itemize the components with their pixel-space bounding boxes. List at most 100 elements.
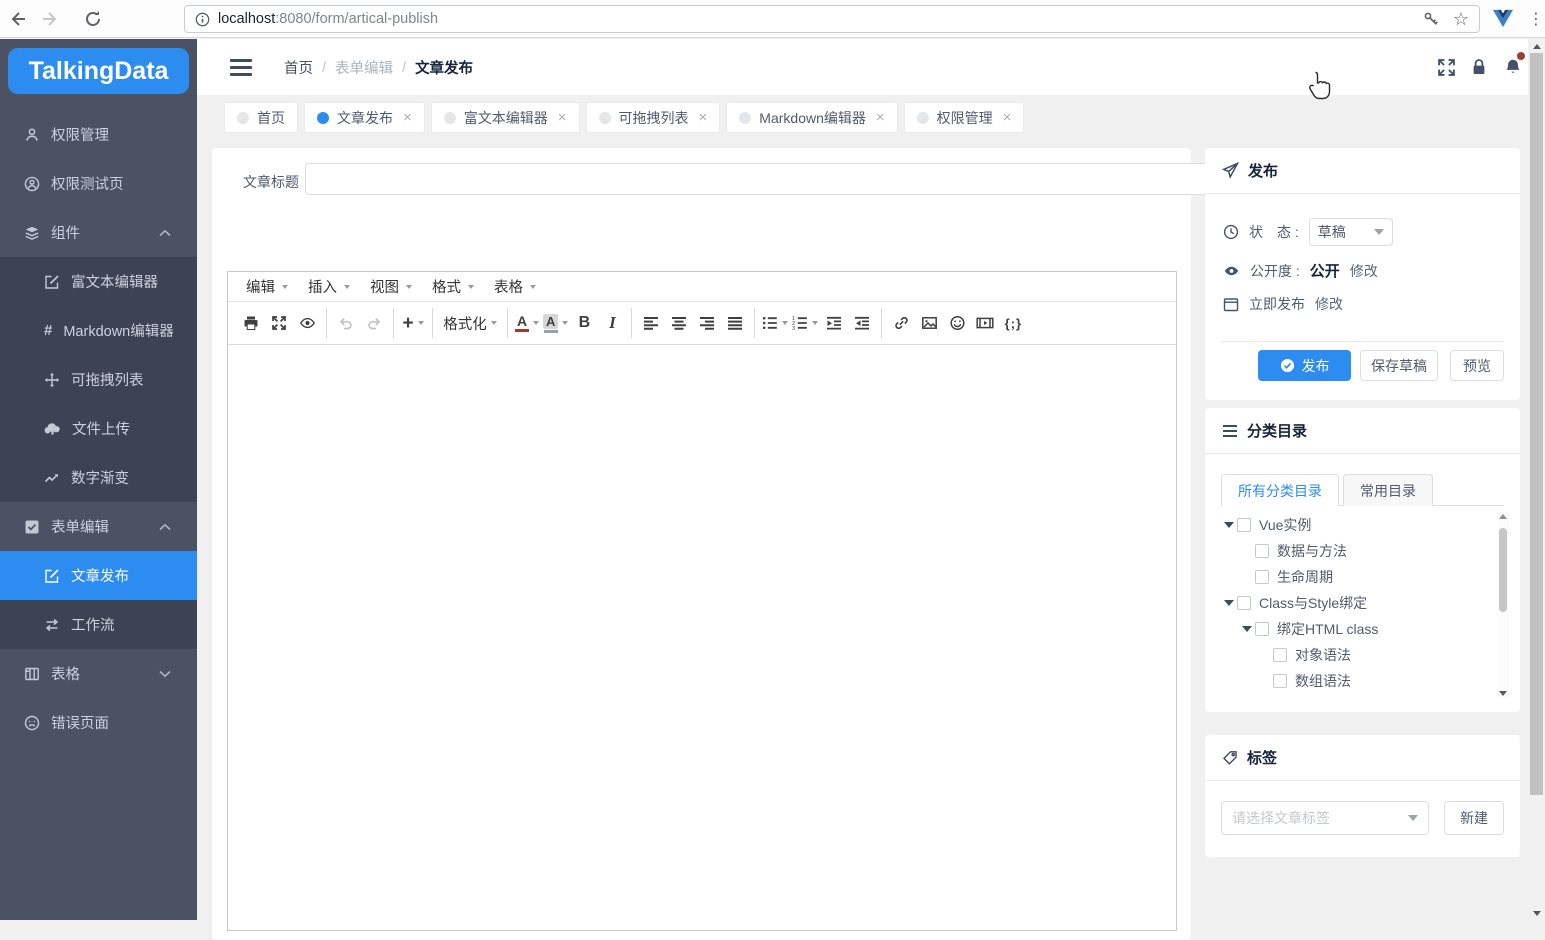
menu-edit[interactable]: 编辑: [236, 272, 298, 301]
tree-node[interactable]: 数组语法: [1221, 668, 1490, 694]
scroll-down-arrow[interactable]: [1528, 906, 1545, 920]
tree-node[interactable]: 对象语法: [1221, 642, 1490, 668]
insert-plus-icon[interactable]: +: [399, 309, 427, 337]
tree-checkbox[interactable]: [1273, 648, 1287, 662]
tab-article-publish[interactable]: 文章发布 ×: [304, 102, 425, 133]
tree-checkbox[interactable]: [1237, 518, 1251, 532]
sidebar-group-table[interactable]: 表格: [0, 649, 197, 698]
breadcrumb-home[interactable]: 首页: [284, 57, 313, 78]
url-text[interactable]: localhost:8080/form/artical-publish: [218, 11, 1415, 27]
close-icon[interactable]: ×: [1003, 110, 1012, 125]
link-icon[interactable]: [887, 309, 915, 337]
tag-select[interactable]: 请选择文章标签: [1221, 801, 1429, 835]
info-icon[interactable]: [195, 12, 210, 27]
sidebar-item-file-upload[interactable]: 文件上传: [0, 404, 197, 453]
emoticon-icon[interactable]: [943, 309, 971, 337]
publish-button[interactable]: 发布: [1258, 350, 1351, 381]
tab-common-categories[interactable]: 常用目录: [1343, 474, 1433, 506]
bullet-list-icon[interactable]: [760, 309, 790, 337]
bold-icon[interactable]: B: [570, 309, 598, 337]
tab-home[interactable]: 首页: [224, 102, 298, 133]
menu-insert[interactable]: 插入: [298, 272, 360, 301]
app-logo[interactable]: TalkingData: [8, 48, 189, 94]
sidebar-item-permission[interactable]: 权限管理: [0, 110, 197, 159]
menu-toggle-icon[interactable]: [230, 59, 252, 76]
preview-button[interactable]: 预览: [1450, 350, 1504, 381]
browser-menu-icon[interactable]: ⋮: [1528, 7, 1544, 31]
italic-icon[interactable]: I: [598, 309, 626, 337]
tree-expand-icon[interactable]: [1221, 522, 1237, 528]
tree-node[interactable]: 数据与方法: [1221, 538, 1490, 564]
notification-bell-icon[interactable]: [1501, 52, 1525, 79]
sidebar-item-permission-test[interactable]: 权限测试页: [0, 159, 197, 208]
tree-expand-icon[interactable]: [1239, 626, 1255, 632]
fullscreen-icon[interactable]: [265, 309, 293, 337]
tab-permission[interactable]: 权限管理 ×: [903, 102, 1025, 133]
close-icon[interactable]: ×: [699, 110, 708, 125]
tab-draggable-list[interactable]: 可拖拽列表 ×: [585, 102, 721, 133]
menu-format[interactable]: 格式: [422, 272, 484, 301]
align-center-icon[interactable]: [665, 309, 693, 337]
tab-markdown-editor[interactable]: Markdown编辑器 ×: [726, 102, 898, 133]
sidebar-item-draggable-list[interactable]: 可拖拽列表: [0, 355, 197, 404]
new-tag-button[interactable]: 新建: [1444, 801, 1504, 835]
code-icon[interactable]: {;}: [999, 309, 1027, 337]
scroll-down-arrow[interactable]: [1499, 691, 1507, 696]
editor-content-area[interactable]: [228, 347, 1176, 930]
modify-visibility-link[interactable]: 修改: [1350, 261, 1378, 281]
tree-expand-icon[interactable]: [1221, 600, 1237, 606]
tree-node[interactable]: 生命周期: [1221, 564, 1490, 590]
indent-icon[interactable]: [848, 309, 876, 337]
close-icon[interactable]: ×: [558, 110, 567, 125]
numbered-list-icon[interactable]: 123: [790, 309, 820, 337]
scroll-up-arrow[interactable]: [1499, 514, 1507, 519]
tree-scrollbar[interactable]: [1497, 512, 1509, 698]
print-icon[interactable]: [237, 309, 265, 337]
sidebar-group-components[interactable]: 组件: [0, 208, 197, 257]
scrollbar-thumb[interactable]: [1499, 528, 1507, 612]
modify-schedule-link[interactable]: 修改: [1315, 294, 1343, 314]
tab-all-categories[interactable]: 所有分类目录: [1221, 474, 1339, 507]
tree-checkbox[interactable]: [1255, 622, 1269, 636]
sidebar-group-form-edit[interactable]: 表单编辑: [0, 502, 197, 551]
menu-view[interactable]: 视图: [360, 272, 422, 301]
status-select[interactable]: 草稿: [1308, 218, 1393, 246]
undo-icon[interactable]: [332, 309, 360, 337]
lock-icon[interactable]: [1467, 55, 1491, 79]
fullscreen-icon[interactable]: [1434, 55, 1458, 79]
tree-checkbox[interactable]: [1273, 674, 1287, 688]
tree-checkbox[interactable]: [1255, 570, 1269, 584]
align-justify-icon[interactable]: [721, 309, 749, 337]
tree-node[interactable]: Vue实例: [1221, 512, 1490, 538]
image-icon[interactable]: [915, 309, 943, 337]
forward-button[interactable]: [34, 2, 68, 36]
outdent-icon[interactable]: [820, 309, 848, 337]
vue-devtools-icon[interactable]: [1492, 8, 1514, 28]
menu-table[interactable]: 表格: [484, 272, 546, 301]
media-icon[interactable]: [971, 309, 999, 337]
tree-node[interactable]: 绑定HTML class: [1221, 616, 1490, 642]
sidebar-item-error-pages[interactable]: 错误页面: [0, 698, 197, 747]
sidebar-item-workflow[interactable]: 工作流: [0, 600, 197, 649]
sidebar-item-rich-editor[interactable]: 富文本编辑器: [0, 257, 197, 306]
sidebar-item-article-publish[interactable]: 文章发布: [0, 551, 197, 600]
close-icon[interactable]: ×: [403, 110, 412, 125]
back-button[interactable]: [0, 2, 34, 36]
sidebar-item-markdown-editor[interactable]: # Markdown编辑器: [0, 306, 197, 355]
tree-node[interactable]: Class与Style绑定: [1221, 590, 1490, 616]
align-left-icon[interactable]: [637, 309, 665, 337]
bookmark-star-icon[interactable]: ☆: [1453, 10, 1469, 28]
breadcrumb-form-edit[interactable]: 表单编辑: [335, 57, 393, 78]
preview-eye-icon[interactable]: [293, 309, 321, 337]
save-draft-button[interactable]: 保存草稿: [1360, 350, 1438, 381]
scroll-up-arrow[interactable]: [1528, 39, 1545, 53]
address-bar[interactable]: localhost:8080/form/artical-publish ☆: [184, 5, 1480, 33]
align-right-icon[interactable]: [693, 309, 721, 337]
tree-checkbox[interactable]: [1255, 544, 1269, 558]
close-icon[interactable]: ×: [876, 110, 885, 125]
sidebar-item-number-gradient[interactable]: 数字渐变: [0, 453, 197, 502]
tree-checkbox[interactable]: [1237, 596, 1251, 610]
reload-button[interactable]: [76, 2, 110, 36]
redo-icon[interactable]: [360, 309, 388, 337]
background-color-icon[interactable]: A: [541, 309, 570, 337]
